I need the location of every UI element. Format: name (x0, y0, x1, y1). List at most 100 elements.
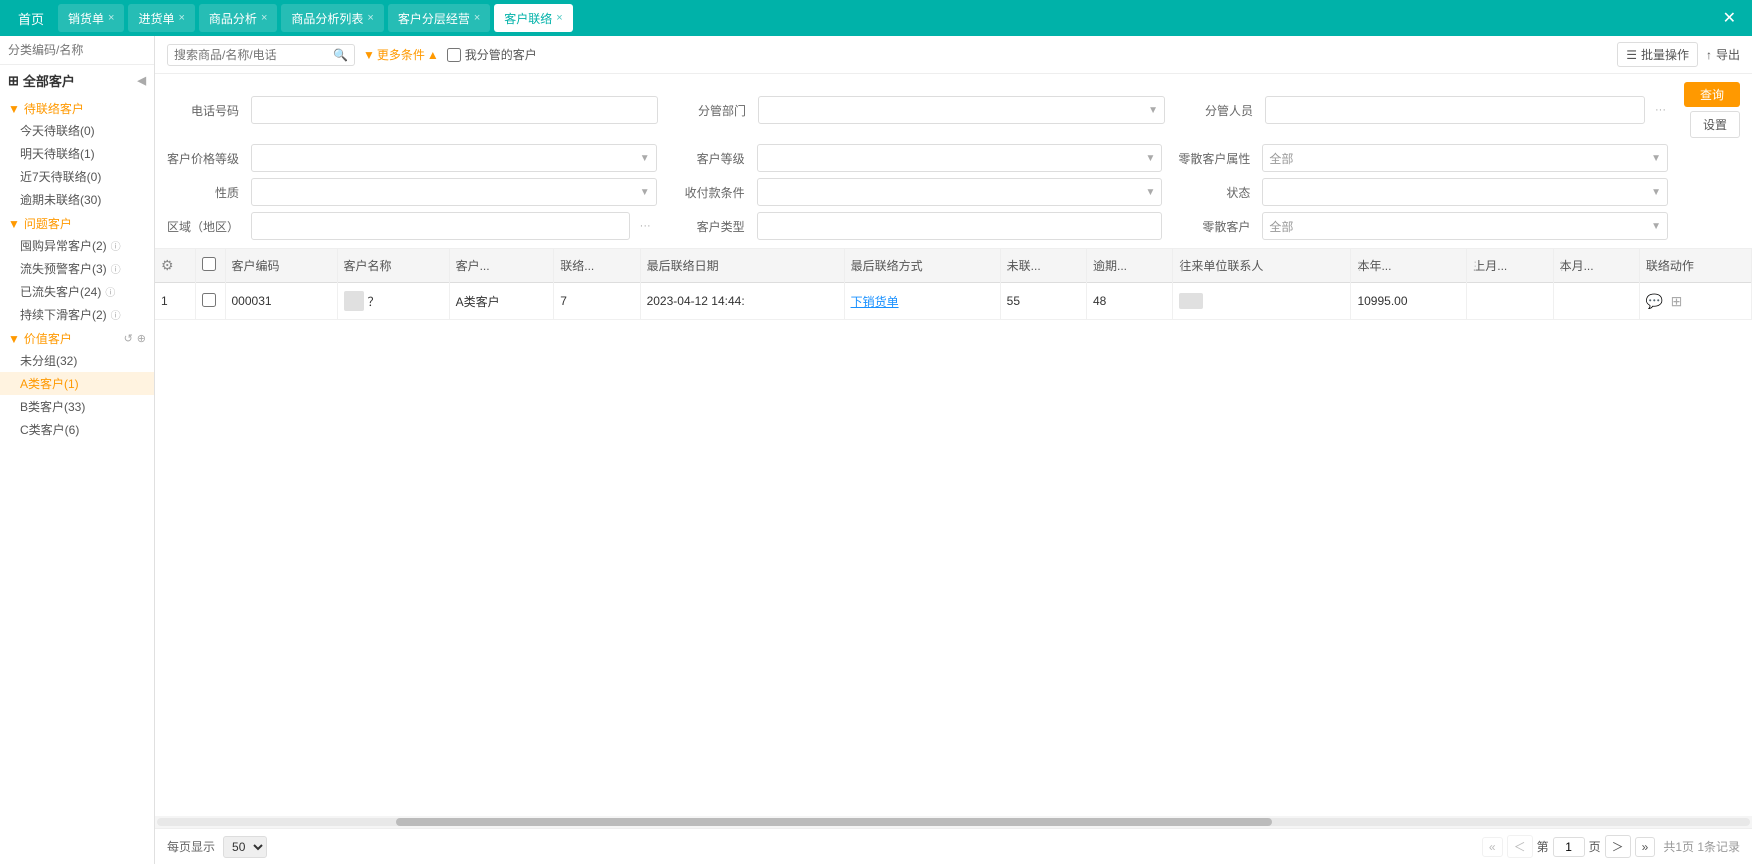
export-label: 导出 (1716, 46, 1740, 63)
tab-product-analysis-close[interactable]: × (261, 12, 267, 24)
value-refresh-icon[interactable]: ↺ (124, 332, 133, 345)
th-name[interactable]: 客户名称 (337, 249, 449, 283)
filter-field-customer-level: 客户等级 ▼ (673, 144, 1163, 172)
th-contact-person[interactable]: 往来单位联系人 (1173, 249, 1351, 283)
sidebar-item-unclassified[interactable]: 未分组(32) (0, 349, 154, 372)
my-customers-checkbox[interactable]: 我分管的客户 (447, 46, 537, 63)
sidebar-item-declining[interactable]: 持续下滑客户(2) ⓘ (0, 303, 154, 326)
tab-product-analysis[interactable]: 商品分析 × (199, 4, 277, 32)
scrollbar-thumb[interactable] (396, 818, 1272, 826)
manager-input[interactable] (1265, 96, 1645, 124)
tab-sales-order[interactable]: 销货单 × (58, 4, 124, 32)
phone-input[interactable] (251, 96, 658, 124)
sidebar-item-class-b[interactable]: B类客户(33) (0, 395, 154, 418)
tab-customer-contact-close[interactable]: × (556, 12, 562, 24)
customer-level-select[interactable]: ▼ (757, 144, 1163, 172)
region-input[interactable] (251, 212, 630, 240)
today-pending-label: 今天待联络(0) (20, 122, 95, 139)
sidebar-all-customers[interactable]: ⊞ 全部客户 ◀ (0, 65, 154, 96)
status-select[interactable]: ▼ (1262, 178, 1668, 206)
dept-select[interactable]: ▼ (758, 96, 1165, 124)
sidebar-search-input[interactable] (8, 43, 155, 57)
status-label: 状态 (1178, 184, 1258, 201)
search-box: 🔍 (167, 44, 355, 66)
sidebar-section-value[interactable]: ▼ 价值客户 ↺ ⊕ (0, 326, 154, 349)
th-overdue[interactable]: 逾期... (1086, 249, 1172, 283)
select-all-checkbox[interactable] (202, 257, 216, 271)
value-add-icon[interactable]: ⊕ (137, 332, 146, 345)
sidebar-item-7day-pending[interactable]: 近7天待联络(0) (0, 165, 154, 188)
customer-type-input[interactable] (757, 212, 1163, 240)
sidebar-item-lost-customers[interactable]: 已流失客户(24) ⓘ (0, 280, 154, 303)
sidebar-item-tomorrow-pending[interactable]: 明天待联络(1) (0, 142, 154, 165)
value-arrow-icon: ▼ (8, 332, 20, 346)
retail-attr-select[interactable]: 全部 ▼ (1262, 144, 1668, 172)
action-message-icon[interactable]: 💬 (1646, 293, 1663, 309)
home-tab[interactable]: 首页 (8, 9, 54, 28)
first-page-button[interactable]: « (1482, 837, 1503, 857)
manager-more-icon[interactable]: ··· (1649, 104, 1672, 116)
search-input[interactable] (174, 48, 329, 62)
tab-customer-segmentation[interactable]: 客户分层经营 × (388, 4, 490, 32)
tab-product-analysis-list[interactable]: 商品分析列表 × (281, 4, 383, 32)
last-page-button[interactable]: » (1635, 837, 1656, 857)
row-checkbox[interactable] (202, 293, 216, 307)
tab-product-analysis-list-close[interactable]: × (367, 12, 373, 24)
batch-operations-button[interactable]: ☰ 批量操作 (1617, 42, 1698, 67)
my-customers-check[interactable] (447, 48, 461, 62)
tab-purchase-order[interactable]: 进货单 × (128, 4, 194, 32)
nature-select-arrow: ▼ (640, 187, 650, 198)
sidebar-item-stockpile-abnormal[interactable]: 囤购异常客户(2) ⓘ (0, 234, 154, 257)
th-this-year[interactable]: 本年... (1351, 249, 1467, 283)
sidebar-item-today-pending[interactable]: 今天待联络(0) (0, 119, 154, 142)
tab-customer-contact-label: 客户联络 (504, 10, 552, 27)
td-level: A类客户 (449, 283, 554, 320)
query-button[interactable]: 查询 (1684, 82, 1740, 107)
table-horizontal-scrollbar[interactable] (155, 816, 1752, 828)
th-contacts[interactable]: 联络... (554, 249, 640, 283)
td-no-contact-days: 55 (1000, 283, 1086, 320)
last-contact-method-link[interactable]: 下销货单 (851, 295, 899, 309)
th-no-contact-days[interactable]: 未联... (1000, 249, 1086, 283)
page-size-select[interactable]: 50 (223, 836, 267, 858)
export-button[interactable]: ↑ 导出 (1706, 46, 1740, 63)
sidebar-section-problem[interactable]: ▼ 问题客户 (0, 211, 154, 234)
th-level[interactable]: 客户... (449, 249, 554, 283)
settings-button[interactable]: 设置 (1690, 111, 1740, 138)
th-last-month[interactable]: 上月... (1467, 249, 1553, 283)
price-level-select[interactable]: ▼ (251, 144, 657, 172)
th-last-contact-date[interactable]: 最后联络日期 (640, 249, 844, 283)
payment-select[interactable]: ▼ (757, 178, 1163, 206)
nature-select[interactable]: ▼ (251, 178, 657, 206)
sidebar-item-loss-warning[interactable]: 流失预警客户(3) ⓘ (0, 257, 154, 280)
th-this-month[interactable]: 本月... (1553, 249, 1639, 283)
search-icon[interactable]: 🔍 (333, 48, 348, 62)
tab-sales-order-close[interactable]: × (108, 12, 114, 24)
filter-field-dept: 分管部门 ▼ (674, 96, 1165, 124)
sidebar-section-pending[interactable]: ▼ 待联络客户 (0, 96, 154, 119)
th-code[interactable]: 客户编码 (225, 249, 337, 283)
tab-customer-contact[interactable]: 客户联络 × (494, 4, 572, 32)
action-record-icon[interactable]: ⊞ (1671, 293, 1683, 309)
next-page-button[interactable]: ＞ (1605, 835, 1631, 858)
page-number-input[interactable] (1553, 837, 1585, 857)
td-actions: 💬 ⊞ (1639, 283, 1751, 320)
sidebar-collapse-icon[interactable]: ◀ (138, 74, 146, 87)
tab-product-analysis-label: 商品分析 (209, 10, 257, 27)
sidebar-item-overdue-pending[interactable]: 逾期未联络(30) (0, 188, 154, 211)
window-close-button[interactable]: ✕ (1715, 8, 1744, 28)
table-settings-icon[interactable]: ⚙ (161, 257, 174, 273)
tab-sales-order-label: 销货单 (68, 10, 104, 27)
sidebar-item-class-a[interactable]: A类客户(1) (0, 372, 154, 395)
region-more-icon[interactable]: ··· (634, 220, 657, 232)
tab-customer-segmentation-close[interactable]: × (474, 12, 480, 24)
tab-purchase-order-close[interactable]: × (178, 12, 184, 24)
retail-customer-select[interactable]: 全部 ▼ (1262, 212, 1668, 240)
more-filters-button[interactable]: ▼ 更多条件 ▲ (363, 46, 439, 63)
prev-page-button[interactable]: ＜ (1507, 835, 1533, 858)
loss-warning-label: 流失预警客户(3) (20, 260, 107, 277)
sidebar-item-class-c[interactable]: C类客户(6) (0, 418, 154, 441)
td-this-month (1553, 283, 1639, 320)
top-nav: 首页 销货单 × 进货单 × 商品分析 × 商品分析列表 × 客户分层经营 × … (0, 0, 1752, 36)
th-last-contact-method[interactable]: 最后联络方式 (844, 249, 1000, 283)
